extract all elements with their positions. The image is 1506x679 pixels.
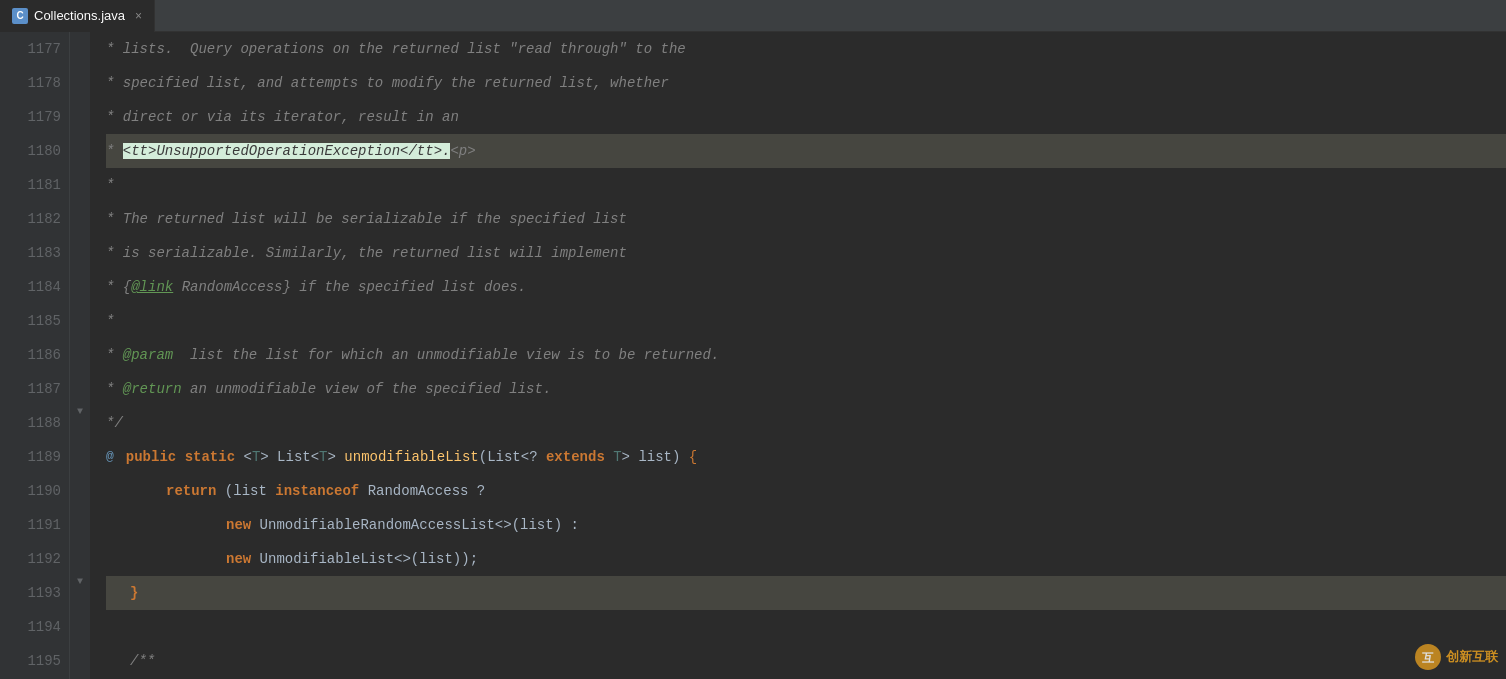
code-line-1185: * <box>106 304 1506 338</box>
code-line-1191: new UnmodifiableRandomAccessList<>(list)… <box>106 508 1506 542</box>
line-num-1185: 1185 <box>12 304 61 338</box>
at-marker: @ <box>106 440 114 474</box>
line-numbers: 1177 1178 1179 1180 1181 1182 1183 1184 … <box>0 32 70 679</box>
code-line-1192: new UnmodifiableList<>(list)); <box>106 542 1506 576</box>
line-num-1181: 1181 <box>12 168 61 202</box>
code-line-1190: return (list instanceof RandomAccess ? <box>106 474 1506 508</box>
code-line-1189: @ public static <T> List<T> unmodifiable… <box>106 440 1506 474</box>
code-line-1188: */ <box>106 406 1506 440</box>
line-num-1195: 1195 <box>12 644 61 678</box>
tab-close-button[interactable]: × <box>135 9 142 23</box>
code-line-1186: * @param list the list for which an unmo… <box>106 338 1506 372</box>
line-num-1189: 1189 <box>12 440 61 474</box>
code-line-1180: * <tt>UnsupportedOperationException</tt>… <box>106 134 1506 168</box>
line-num-1193: 1193 <box>12 576 61 610</box>
watermark-text: 创新互联 <box>1446 648 1498 666</box>
line-num-1188: 1188 <box>12 406 61 440</box>
line-num-1191: 1191 <box>12 508 61 542</box>
line-num-1179: 1179 <box>12 100 61 134</box>
code-line-1181: * <box>106 168 1506 202</box>
line-num-1187: 1187 <box>12 372 61 406</box>
watermark-logo: 互 <box>1414 643 1442 671</box>
code-line-1182: * The returned list will be serializable… <box>106 202 1506 236</box>
watermark: 互 创新互联 <box>1414 643 1498 671</box>
code-line-1194 <box>106 610 1506 644</box>
code-line-1183: * is serializable. Similarly, the return… <box>106 236 1506 270</box>
line-num-1194: 1194 <box>12 610 61 644</box>
tab-bar: C Collections.java × <box>0 0 1506 32</box>
code-line-1184: * {@link RandomAccess} if the specified … <box>106 270 1506 304</box>
editor-area: 1177 1178 1179 1180 1181 1182 1183 1184 … <box>0 32 1506 679</box>
svg-text:互: 互 <box>1422 651 1435 665</box>
fold-icon-1193[interactable]: ▼ <box>70 576 90 587</box>
line-num-1177: 1177 <box>12 32 61 66</box>
param-tag: @param <box>123 347 173 363</box>
file-icon: C <box>12 8 28 24</box>
highlight-tt: <tt>UnsupportedOperationException</tt>. <box>123 143 451 159</box>
code-line-1195: /** <box>106 644 1506 678</box>
line-num-1186: 1186 <box>12 338 61 372</box>
code-line-1193: } | <box>106 576 1506 610</box>
gutter: ▼ ▼ <box>70 32 90 679</box>
code-line-1187: * @return an unmodifiable view of the sp… <box>106 372 1506 406</box>
link-randomaccess: @link <box>131 279 173 295</box>
line-num-1180: 1180 <box>12 134 61 168</box>
collections-tab[interactable]: C Collections.java × <box>0 0 155 32</box>
editor-window: C Collections.java × 1177 1178 1179 1180… <box>0 0 1506 679</box>
fold-icon-1188[interactable]: ▼ <box>70 406 90 417</box>
code-content: * lists. Query operations on the returne… <box>90 32 1506 679</box>
code-line-1179: * direct or via its iterator, result in … <box>106 100 1506 134</box>
return-tag: @return <box>123 381 182 397</box>
line-num-1184: 1184 <box>12 270 61 304</box>
line-num-1190: 1190 <box>12 474 61 508</box>
code-line-1177: * lists. Query operations on the returne… <box>106 32 1506 66</box>
line-num-1178: 1178 <box>12 66 61 100</box>
tab-filename: Collections.java <box>34 8 125 23</box>
code-line-1178: * specified list, and attempts to modify… <box>106 66 1506 100</box>
line-num-1192: 1192 <box>12 542 61 576</box>
line-num-1182: 1182 <box>12 202 61 236</box>
line-num-1183: 1183 <box>12 236 61 270</box>
